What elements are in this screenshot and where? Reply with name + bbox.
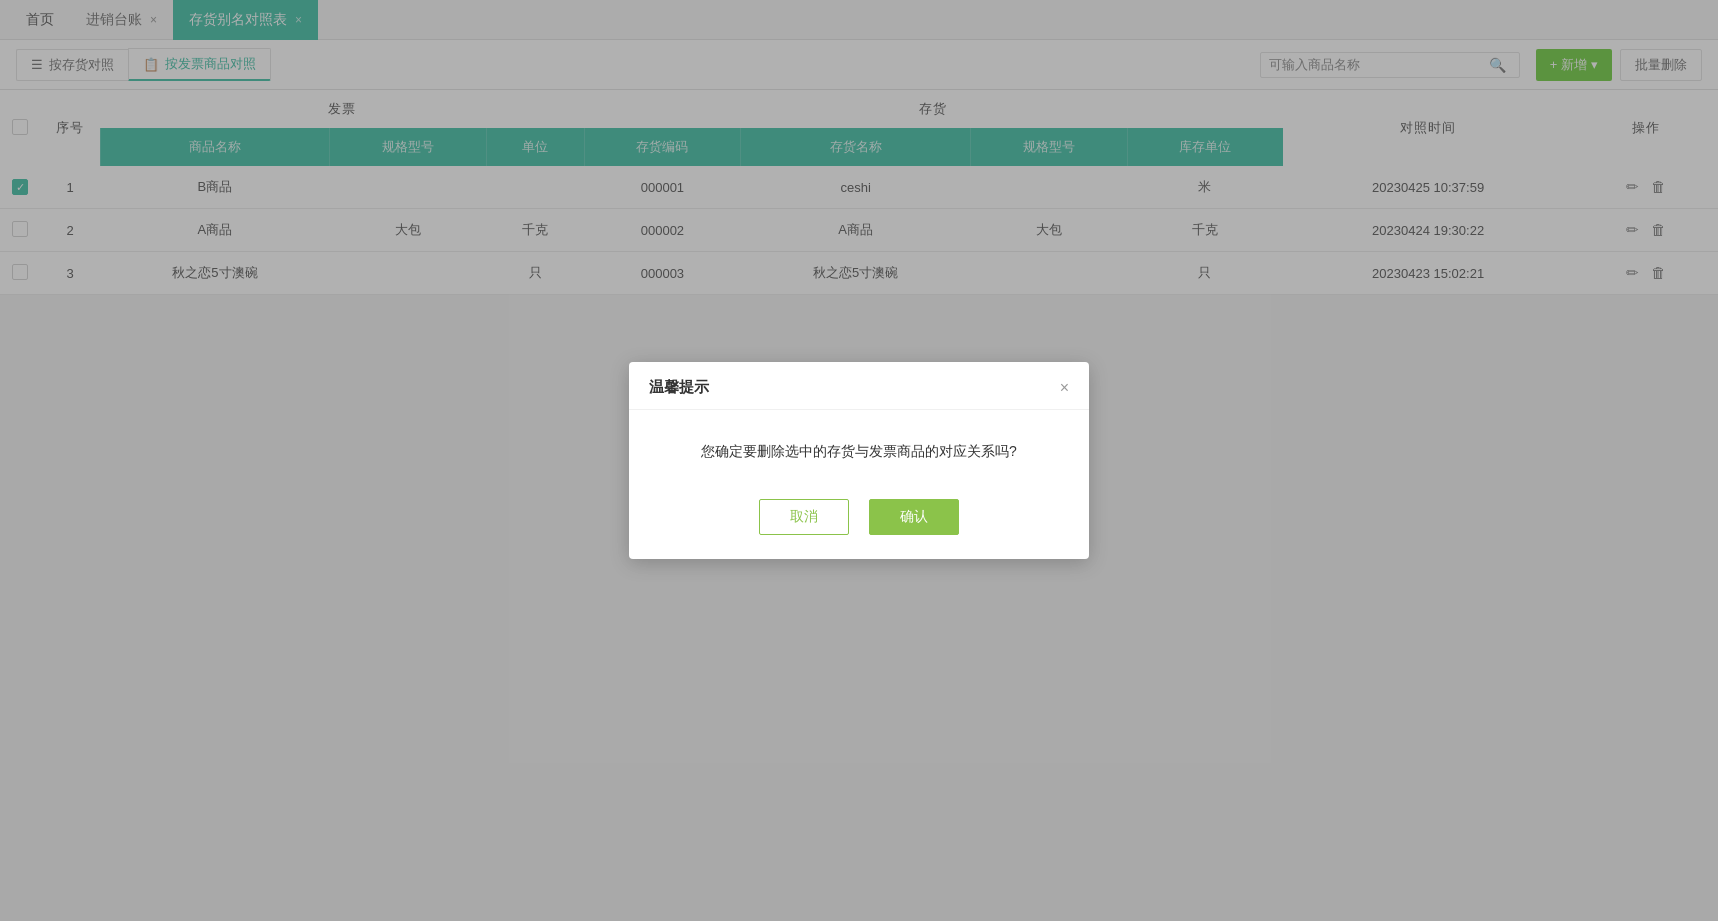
dialog-overlay: 温馨提示 × 您确定要删除选中的存货与发票商品的对应关系吗? 取消 确认 <box>0 0 1718 295</box>
